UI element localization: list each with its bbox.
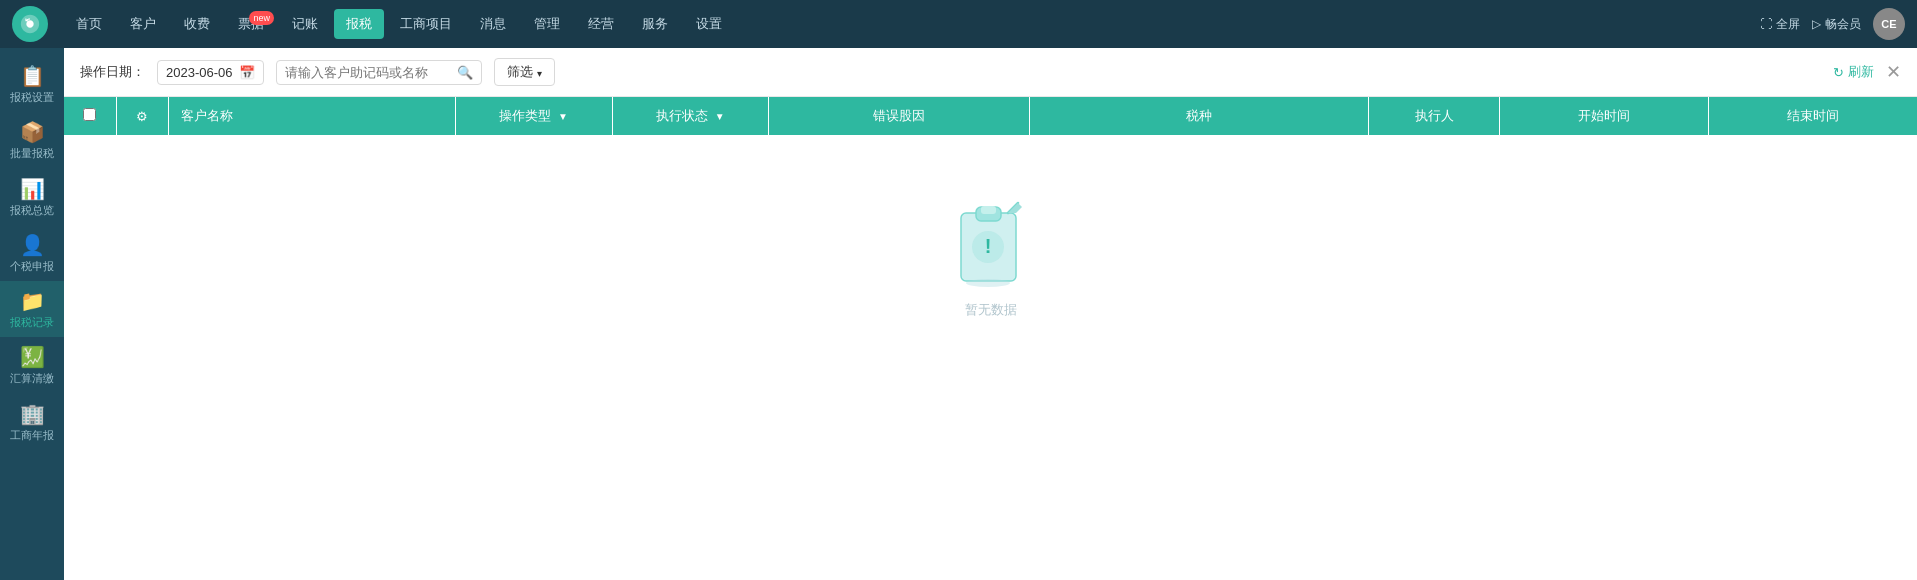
date-picker[interactable]: 2023-06-06 📅 bbox=[157, 60, 264, 85]
th-error: 错误股因 bbox=[769, 97, 1030, 135]
nav-item-报税[interactable]: 报税 bbox=[334, 9, 384, 39]
sidebar-label-批量报税: 批量报税 bbox=[10, 146, 54, 160]
select-all-checkbox[interactable] bbox=[83, 108, 96, 121]
sort-status-icon: ▼ bbox=[715, 111, 725, 122]
nav-item-服务[interactable]: 服务 bbox=[630, 9, 680, 39]
member-label: 畅会员 bbox=[1825, 16, 1861, 33]
th-tax-type: 税种 bbox=[1030, 97, 1369, 135]
th-start-time: 开始时间 bbox=[1499, 97, 1708, 135]
th-settings: ⚙ bbox=[116, 97, 168, 135]
date-label: 操作日期： bbox=[80, 63, 145, 81]
data-table: ⚙ 客户名称 操作类型 ▼ 执行状态 ▼ bbox=[64, 97, 1917, 135]
nav-item-票据[interactable]: 票据new bbox=[226, 9, 276, 39]
sidebar-icon-工商年报: 🏢 bbox=[20, 404, 45, 424]
empty-illustration: ! bbox=[946, 195, 1036, 285]
top-navigation: 首页客户收费票据new记账报税工商项目消息管理经营服务设置 ⛶ 全屏 ▷ 畅会员… bbox=[0, 0, 1917, 48]
refresh-label: 刷新 bbox=[1848, 63, 1874, 81]
sidebar: 📋 报税设置 📦 批量报税 📊 报税总览 👤 个税申报 📁 报税记录 💹 汇算清缴 🏢 工商年报 bbox=[0, 48, 64, 580]
filter-button[interactable]: 筛选 bbox=[494, 58, 555, 86]
date-value: 2023-06-06 bbox=[166, 65, 233, 80]
empty-state: ! 暂无数据 bbox=[64, 135, 1917, 379]
th-checkbox bbox=[64, 97, 116, 135]
main-layout: 📋 报税设置 📦 批量报税 📊 报税总览 👤 个税申报 📁 报税记录 💹 汇算清缴 🏢 工商年报 操作日期… bbox=[0, 48, 1917, 580]
sidebar-icon-个税申报: 👤 bbox=[20, 235, 45, 255]
th-name-label: 客户名称 bbox=[181, 108, 233, 123]
nav-item-设置[interactable]: 设置 bbox=[684, 9, 734, 39]
th-end-label: 结束时间 bbox=[1787, 108, 1839, 123]
th-error-label: 错误股因 bbox=[873, 108, 925, 123]
svg-rect-2 bbox=[981, 206, 996, 214]
sidebar-label-汇算清缴: 汇算清缴 bbox=[10, 371, 54, 385]
chevron-down-icon bbox=[537, 65, 542, 80]
th-start-label: 开始时间 bbox=[1578, 108, 1630, 123]
sidebar-item-批量报税[interactable]: 📦 批量报税 bbox=[0, 112, 64, 168]
calendar-icon: 📅 bbox=[239, 65, 255, 80]
sidebar-label-报税记录: 报税记录 bbox=[10, 315, 54, 329]
play-icon: ▷ bbox=[1812, 17, 1821, 31]
nav-right: ⛶ 全屏 ▷ 畅会员 CE bbox=[1760, 8, 1905, 40]
sort-op-type-icon: ▼ bbox=[558, 111, 568, 122]
nav-item-经营[interactable]: 经营 bbox=[576, 9, 626, 39]
th-executor-label: 执行人 bbox=[1415, 108, 1454, 123]
th-status[interactable]: 执行状态 ▼ bbox=[612, 97, 769, 135]
app-logo[interactable] bbox=[12, 6, 48, 42]
sidebar-icon-报税设置: 📋 bbox=[20, 66, 45, 86]
empty-text: 暂无数据 bbox=[965, 301, 1017, 319]
sidebar-label-个税申报: 个税申报 bbox=[10, 259, 54, 273]
search-input[interactable] bbox=[285, 65, 453, 80]
sidebar-icon-批量报税: 📦 bbox=[20, 122, 45, 142]
refresh-icon: ↻ bbox=[1833, 65, 1844, 80]
member-button[interactable]: ▷ 畅会员 bbox=[1812, 16, 1861, 33]
th-status-label: 执行状态 bbox=[656, 108, 708, 123]
content-area: 操作日期： 2023-06-06 📅 🔍 筛选 ↻ 刷新 ✕ bbox=[64, 48, 1917, 580]
svg-point-7 bbox=[966, 279, 1010, 287]
toolbar-right: ↻ 刷新 ✕ bbox=[1833, 61, 1901, 83]
sidebar-item-报税记录[interactable]: 📁 报税记录 bbox=[0, 281, 64, 337]
sidebar-icon-汇算清缴: 💹 bbox=[20, 347, 45, 367]
close-button[interactable]: ✕ bbox=[1886, 61, 1901, 83]
search-box: 🔍 bbox=[276, 60, 482, 85]
filter-label: 筛选 bbox=[507, 63, 533, 81]
nav-item-客户[interactable]: 客户 bbox=[118, 9, 168, 39]
user-avatar[interactable]: CE bbox=[1873, 8, 1905, 40]
fullscreen-icon: ⛶ bbox=[1760, 17, 1772, 31]
nav-menu: 首页客户收费票据new记账报税工商项目消息管理经营服务设置 bbox=[64, 9, 1760, 39]
nav-item-管理[interactable]: 管理 bbox=[522, 9, 572, 39]
sidebar-label-工商年报: 工商年报 bbox=[10, 428, 54, 442]
th-tax-label: 税种 bbox=[1186, 108, 1212, 123]
nav-item-记账[interactable]: 记账 bbox=[280, 9, 330, 39]
svg-text:!: ! bbox=[984, 235, 991, 257]
table-header-row: ⚙ 客户名称 操作类型 ▼ 执行状态 ▼ bbox=[64, 97, 1917, 135]
th-end-time: 结束时间 bbox=[1708, 97, 1917, 135]
user-initial: CE bbox=[1881, 18, 1896, 30]
search-icon[interactable]: 🔍 bbox=[457, 65, 473, 80]
sidebar-item-工商年报[interactable]: 🏢 工商年报 bbox=[0, 394, 64, 450]
sidebar-label-报税设置: 报税设置 bbox=[10, 90, 54, 104]
sidebar-label-报税总览: 报税总览 bbox=[10, 203, 54, 217]
settings-icon[interactable]: ⚙ bbox=[136, 109, 148, 124]
fullscreen-label: 全屏 bbox=[1776, 16, 1800, 33]
sidebar-item-报税设置[interactable]: 📋 报税设置 bbox=[0, 56, 64, 112]
th-op-type-label: 操作类型 bbox=[499, 108, 551, 123]
table-container: ⚙ 客户名称 操作类型 ▼ 执行状态 ▼ bbox=[64, 97, 1917, 580]
sidebar-icon-报税记录: 📁 bbox=[20, 291, 45, 311]
sidebar-item-个税申报[interactable]: 👤 个税申报 bbox=[0, 225, 64, 281]
nav-item-消息[interactable]: 消息 bbox=[468, 9, 518, 39]
nav-item-收费[interactable]: 收费 bbox=[172, 9, 222, 39]
nav-item-工商项目[interactable]: 工商项目 bbox=[388, 9, 464, 39]
fullscreen-button[interactable]: ⛶ 全屏 bbox=[1760, 16, 1800, 33]
refresh-button[interactable]: ↻ 刷新 bbox=[1833, 63, 1874, 81]
sidebar-item-汇算清缴[interactable]: 💹 汇算清缴 bbox=[0, 337, 64, 393]
nav-badge-票据: new bbox=[249, 11, 274, 25]
toolbar: 操作日期： 2023-06-06 📅 🔍 筛选 ↻ 刷新 ✕ bbox=[64, 48, 1917, 97]
th-op-type[interactable]: 操作类型 ▼ bbox=[455, 97, 612, 135]
th-client-name: 客户名称 bbox=[168, 97, 455, 135]
sidebar-item-报税总览[interactable]: 📊 报税总览 bbox=[0, 169, 64, 225]
nav-item-首页[interactable]: 首页 bbox=[64, 9, 114, 39]
th-executor: 执行人 bbox=[1369, 97, 1499, 135]
sidebar-icon-报税总览: 📊 bbox=[20, 179, 45, 199]
